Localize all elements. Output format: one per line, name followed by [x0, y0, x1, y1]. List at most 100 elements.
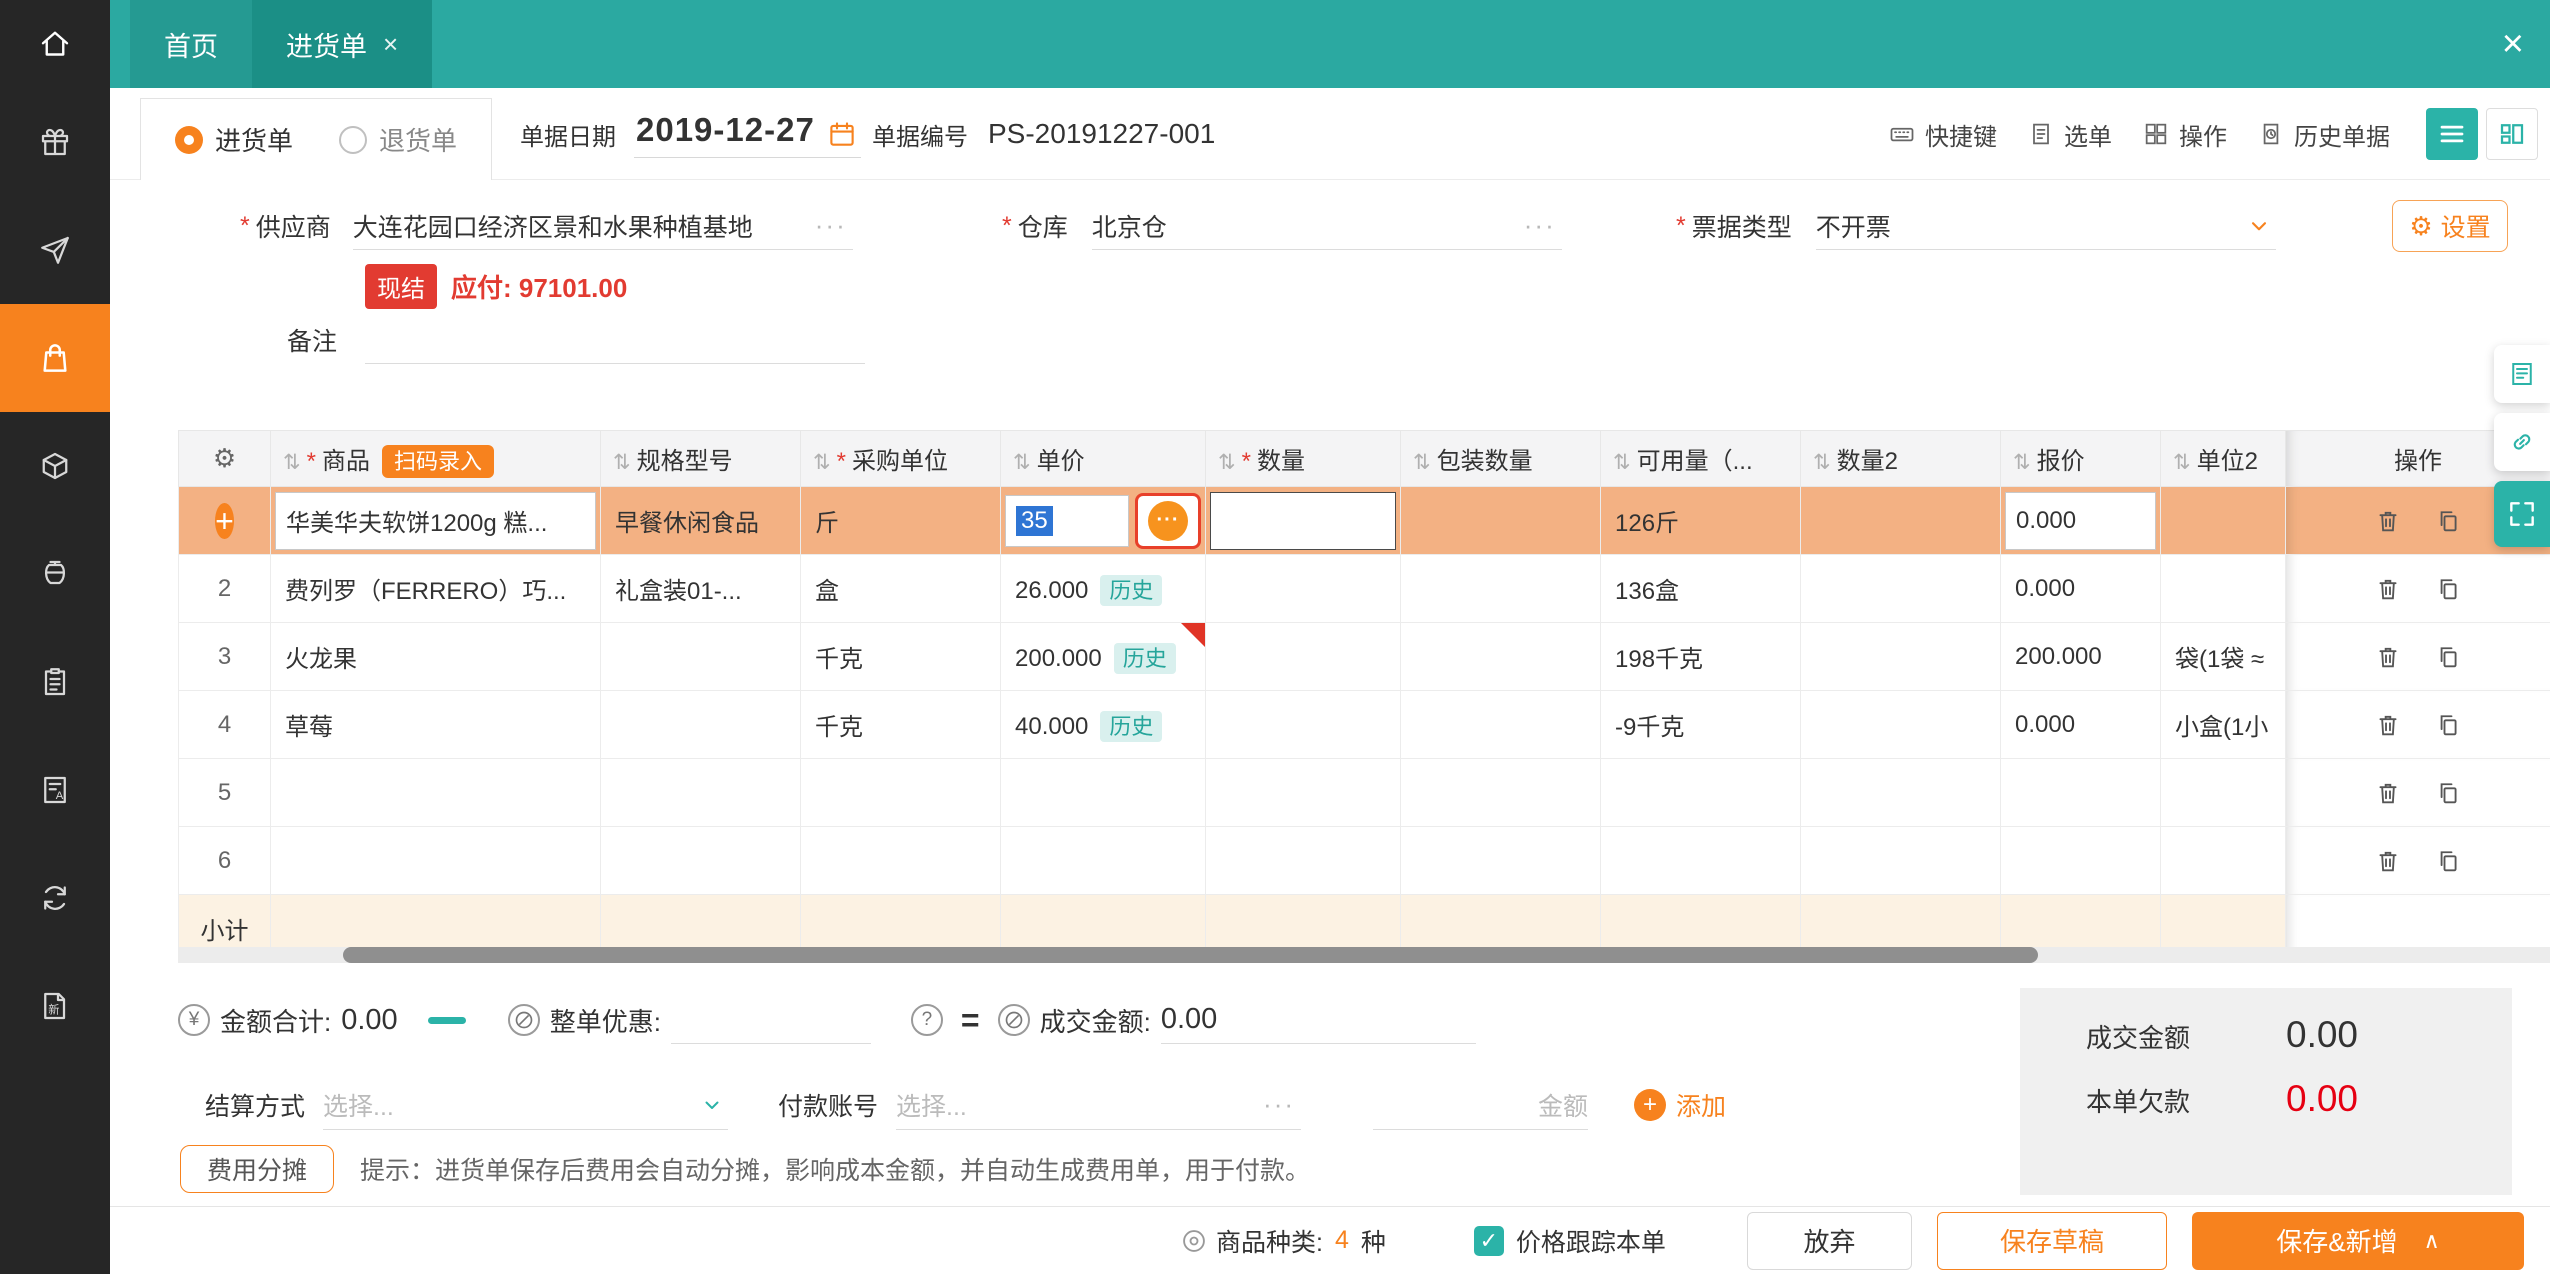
- quantity-input[interactable]: [1210, 491, 1396, 550]
- qty2-cell[interactable]: [1800, 554, 2001, 623]
- chevron-down-icon[interactable]: [2242, 213, 2276, 239]
- shortcut-keys-button[interactable]: 快捷键: [1888, 117, 1997, 152]
- card-view-button[interactable]: [2486, 108, 2538, 160]
- product-cell[interactable]: [270, 758, 601, 827]
- supplier-more-icon[interactable]: ···: [809, 210, 853, 241]
- pack-qty-cell[interactable]: [1400, 690, 1601, 759]
- qty2-cell[interactable]: [1800, 486, 2001, 555]
- column-unit2[interactable]: ⇅ 单位2: [2160, 430, 2286, 487]
- sidebar-item-purchase[interactable]: [0, 304, 110, 412]
- delete-row-button[interactable]: [2374, 847, 2402, 875]
- delete-row-button[interactable]: [2374, 507, 2402, 535]
- delete-row-button[interactable]: [2374, 643, 2402, 671]
- pack-qty-cell[interactable]: [1400, 826, 1601, 895]
- add-row-button[interactable]: +: [215, 502, 234, 539]
- unit2-cell[interactable]: 袋(1袋 ≈: [2160, 622, 2286, 691]
- account-more-icon[interactable]: ···: [1257, 1089, 1301, 1120]
- pack-qty-cell[interactable]: [1400, 554, 1601, 623]
- qty-cell[interactable]: [1205, 554, 1401, 623]
- qty2-cell[interactable]: [1800, 758, 2001, 827]
- unit-cell[interactable]: 千克: [800, 690, 1001, 759]
- spec-cell[interactable]: [600, 622, 801, 691]
- supplier-input[interactable]: 大连花园口经济区景和水果种植基地 ···: [352, 202, 853, 250]
- qty2-cell[interactable]: [1800, 622, 2001, 691]
- product-input[interactable]: 华美华夫软饼1200g 糕...: [275, 491, 596, 550]
- product-cell[interactable]: [270, 826, 601, 895]
- copy-row-button[interactable]: [2434, 575, 2462, 603]
- history-price-badge[interactable]: 历史: [1100, 574, 1163, 606]
- unit2-cell[interactable]: [2160, 758, 2286, 827]
- unit2-cell[interactable]: [2160, 486, 2286, 555]
- quote-cell[interactable]: [2000, 758, 2161, 827]
- unit-cell[interactable]: 盒: [800, 554, 1001, 623]
- qty-cell[interactable]: [1205, 758, 1401, 827]
- save-draft-button[interactable]: 保存草稿: [1937, 1211, 2167, 1270]
- collapse-dash-icon[interactable]: [427, 1016, 466, 1024]
- warehouse-input[interactable]: 北京仓 ···: [1091, 202, 1562, 250]
- unit-price-input[interactable]: 35: [1005, 494, 1129, 547]
- operations-button[interactable]: 操作: [2142, 117, 2227, 152]
- pack-qty-cell[interactable]: [1400, 758, 1601, 827]
- copy-row-button[interactable]: [2434, 711, 2462, 739]
- payment-account-select[interactable]: 选择... ···: [896, 1080, 1302, 1130]
- quote-cell[interactable]: 0.000: [2000, 554, 2161, 623]
- unit-cell[interactable]: 斤: [800, 486, 1001, 555]
- save-and-new-button[interactable]: 保存&新增 ∧: [2192, 1211, 2524, 1270]
- column-available[interactable]: ⇅ 可用量（...: [1600, 430, 1801, 487]
- sidebar-item-inventory[interactable]: [0, 412, 110, 520]
- sidebar-item-home[interactable]: [0, 0, 110, 88]
- copy-row-button[interactable]: [2434, 847, 2462, 875]
- settings-button[interactable]: ⚙ 设置: [2392, 200, 2508, 252]
- pack-qty-cell[interactable]: [1400, 486, 1601, 555]
- scan-entry-button[interactable]: 扫码录入: [381, 445, 494, 478]
- copy-row-button[interactable]: [2434, 779, 2462, 807]
- sidebar-item-stocktake[interactable]: [0, 520, 110, 628]
- column-qty2[interactable]: ⇅ 数量2: [1800, 430, 2001, 487]
- caret-up-icon[interactable]: ∧: [2424, 1228, 2440, 1254]
- delete-row-button[interactable]: [2374, 575, 2402, 603]
- column-unit[interactable]: ⇅ * 采购单位: [800, 430, 1001, 487]
- spec-cell[interactable]: 早餐休闲食品: [600, 486, 801, 555]
- price-cell[interactable]: [1000, 758, 1206, 827]
- quote-cell[interactable]: [2000, 826, 2161, 895]
- history-docs-button[interactable]: 历史单据: [2257, 117, 2390, 152]
- expand-float-button[interactable]: [2494, 481, 2550, 547]
- column-product[interactable]: ⇅ * 商品 扫码录入: [270, 430, 601, 487]
- unit-cell[interactable]: [800, 826, 1001, 895]
- column-spec[interactable]: ⇅ 规格型号: [600, 430, 801, 487]
- price-cell[interactable]: 40.000 历史: [1000, 690, 1206, 759]
- unit2-cell[interactable]: 小盒(1小: [2160, 690, 2286, 759]
- history-price-badge[interactable]: 历史: [1100, 710, 1163, 742]
- product-cell[interactable]: 火龙果: [270, 622, 601, 691]
- radio-return-order[interactable]: 退货单: [339, 121, 457, 158]
- add-payment-button[interactable]: + 添加: [1634, 1087, 1726, 1123]
- history-price-badge[interactable]: 历史: [1113, 642, 1176, 674]
- column-pack-qty[interactable]: ⇅ 包装数量: [1400, 430, 1601, 487]
- memo-float-button[interactable]: [2494, 345, 2550, 403]
- remark-input[interactable]: [365, 316, 866, 364]
- qty-cell[interactable]: [1205, 826, 1401, 895]
- warehouse-more-icon[interactable]: ···: [1518, 210, 1562, 241]
- spec-cell[interactable]: [600, 758, 801, 827]
- quote-cell[interactable]: 200.000: [2000, 622, 2161, 691]
- tab-home[interactable]: 首页: [130, 0, 252, 88]
- tab-purchase-order[interactable]: 进货单 ×: [252, 0, 433, 88]
- column-settings-button[interactable]: ⚙: [178, 430, 271, 487]
- price-track-checkbox[interactable]: ✓ 价格跟踪本单: [1473, 1223, 1666, 1259]
- column-qty[interactable]: ⇅ * 数量: [1205, 430, 1401, 487]
- pack-qty-cell[interactable]: [1400, 622, 1601, 691]
- unit2-cell[interactable]: [2160, 826, 2286, 895]
- radio-purchase-order[interactable]: 进货单: [174, 121, 293, 158]
- product-cell[interactable]: 费列罗（FERRERO）巧...: [270, 554, 601, 623]
- copy-row-button[interactable]: [2434, 507, 2462, 535]
- quote-input[interactable]: 0.000: [2005, 491, 2156, 550]
- unit-cell[interactable]: 千克: [800, 622, 1001, 691]
- qty2-cell[interactable]: [1800, 690, 2001, 759]
- copy-row-button[interactable]: [2434, 643, 2462, 671]
- price-cell[interactable]: 200.000 历史: [1000, 622, 1206, 691]
- spec-cell[interactable]: 礼盒装01-...: [600, 554, 801, 623]
- chevron-down-icon[interactable]: [696, 1093, 728, 1117]
- select-order-button[interactable]: 选单: [2027, 117, 2112, 152]
- sidebar-item-documents[interactable]: [0, 628, 110, 736]
- column-price[interactable]: ⇅ 单价: [1000, 430, 1206, 487]
